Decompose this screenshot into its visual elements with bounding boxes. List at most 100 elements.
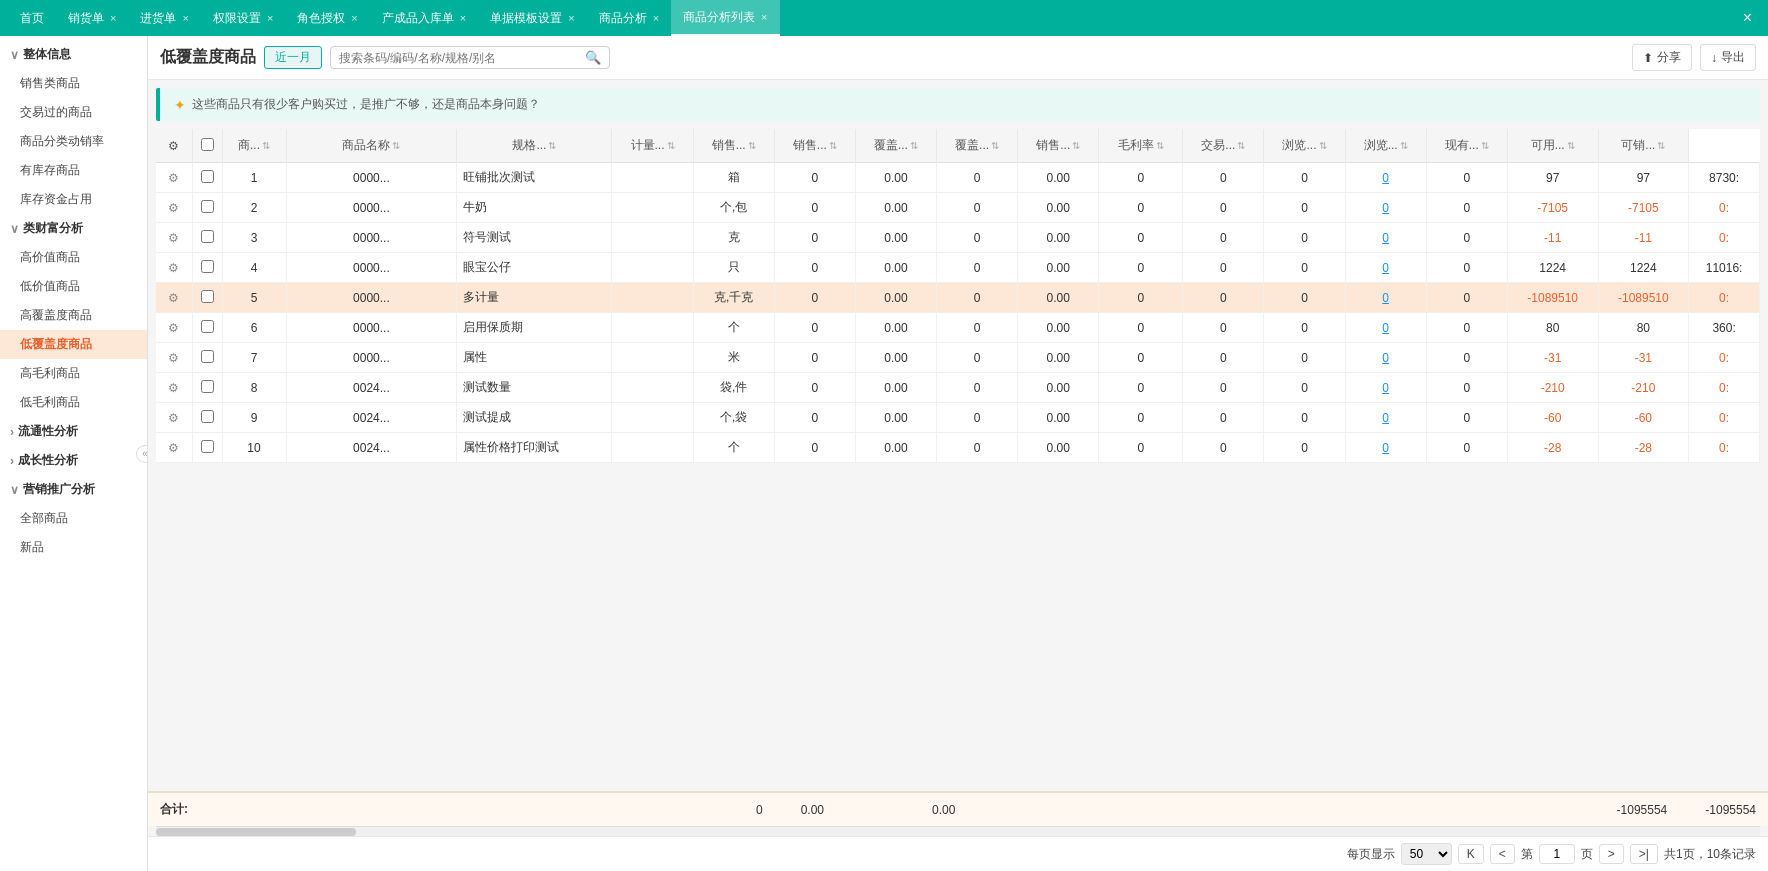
nav-home[interactable]: 首页 xyxy=(8,0,56,36)
row-check[interactable] xyxy=(192,403,222,433)
nav-finished-goods[interactable]: 产成品入库单 × xyxy=(370,0,478,36)
sidebar-item-traded-goods[interactable]: 交易过的商品 xyxy=(0,98,147,127)
row-browse1[interactable]: 0 xyxy=(1345,283,1426,313)
row-checkbox[interactable] xyxy=(201,320,214,333)
table-container[interactable]: ⚙ 商...⇅ 商品名称⇅ 规格...⇅ 计量...⇅ 销售...⇅ 销售...… xyxy=(156,129,1760,791)
row-checkbox[interactable] xyxy=(201,380,214,393)
col-sales3[interactable]: 销售...⇅ xyxy=(1018,129,1099,163)
row-checkbox[interactable] xyxy=(201,260,214,273)
row-checkbox[interactable] xyxy=(201,410,214,423)
row-gear[interactable]: ⚙ xyxy=(156,253,192,283)
col-sales-amt[interactable]: 销售...⇅ xyxy=(774,129,855,163)
search-input[interactable] xyxy=(339,51,585,65)
row-gear[interactable]: ⚙ xyxy=(156,193,192,223)
col-trans[interactable]: 交易...⇅ xyxy=(1183,129,1264,163)
col-gear[interactable]: ⚙ xyxy=(156,129,192,163)
row-browse1[interactable]: 0 xyxy=(1345,253,1426,283)
sidebar-item-category-rate[interactable]: 商品分类动销率 xyxy=(0,127,147,156)
nav-purchase-close[interactable]: × xyxy=(182,12,188,24)
col-code[interactable]: 商...⇅ xyxy=(222,129,286,163)
date-filter-btn[interactable]: 近一月 xyxy=(264,46,322,69)
nav-goods-analysis-close[interactable]: × xyxy=(653,12,659,24)
row-check[interactable] xyxy=(192,253,222,283)
nav-sales[interactable]: 销货单 × xyxy=(56,0,128,36)
select-all-checkbox[interactable] xyxy=(201,138,214,151)
nav-sales-close[interactable]: × xyxy=(110,12,116,24)
horizontal-scrollbar[interactable] xyxy=(156,826,1760,836)
sidebar-item-all-goods[interactable]: 全部商品 xyxy=(0,504,147,533)
next-page-btn[interactable]: > xyxy=(1599,844,1624,864)
sidebar-group-wealth[interactable]: ∨ 类财富分析 xyxy=(0,214,147,243)
row-checkbox[interactable] xyxy=(201,200,214,213)
row-check[interactable] xyxy=(192,193,222,223)
row-browse1[interactable]: 0 xyxy=(1345,313,1426,343)
nav-permission-close[interactable]: × xyxy=(267,12,273,24)
sidebar-item-low-value[interactable]: 低价值商品 xyxy=(0,272,147,301)
row-browse1[interactable]: 0 xyxy=(1345,223,1426,253)
row-checkbox[interactable] xyxy=(201,230,214,243)
col-coverage1[interactable]: 覆盖...⇅ xyxy=(855,129,936,163)
row-gear[interactable]: ⚙ xyxy=(156,223,192,253)
page-number-input[interactable] xyxy=(1539,844,1575,864)
export-btn[interactable]: ↓ 导出 xyxy=(1700,44,1756,71)
col-avail[interactable]: 可用...⇅ xyxy=(1507,129,1598,163)
sidebar-item-high-coverage[interactable]: 高覆盖度商品 xyxy=(0,301,147,330)
row-browse1[interactable]: 0 xyxy=(1345,373,1426,403)
first-page-btn[interactable]: K xyxy=(1458,844,1484,864)
nav-template-close[interactable]: × xyxy=(568,12,574,24)
row-check[interactable] xyxy=(192,313,222,343)
sidebar-item-sales-goods[interactable]: 销售类商品 xyxy=(0,69,147,98)
row-browse1[interactable]: 0 xyxy=(1345,403,1426,433)
row-checkbox[interactable] xyxy=(201,350,214,363)
row-gear[interactable]: ⚙ xyxy=(156,283,192,313)
nav-role-close[interactable]: × xyxy=(351,12,357,24)
row-check[interactable] xyxy=(192,283,222,313)
share-btn[interactable]: ⬆ 分享 xyxy=(1632,44,1692,71)
row-browse1[interactable]: 0 xyxy=(1345,193,1426,223)
row-check[interactable] xyxy=(192,343,222,373)
row-gear[interactable]: ⚙ xyxy=(156,433,192,463)
row-check[interactable] xyxy=(192,223,222,253)
nav-finished-goods-close[interactable]: × xyxy=(460,12,466,24)
nav-purchase[interactable]: 进货单 × xyxy=(128,0,200,36)
row-gear[interactable]: ⚙ xyxy=(156,373,192,403)
nav-template[interactable]: 单据模板设置 × xyxy=(478,0,586,36)
sidebar-group-overall[interactable]: ∨ 整体信息 xyxy=(0,40,147,69)
sidebar-group-marketing[interactable]: ∨ 营销推广分析 xyxy=(0,475,147,504)
sidebar-item-new-goods[interactable]: 新品 xyxy=(0,533,147,562)
window-close-btn[interactable]: × xyxy=(1735,9,1760,27)
nav-goods-analysis-list[interactable]: 商品分析列表 × xyxy=(671,0,779,36)
row-checkbox[interactable] xyxy=(201,290,214,303)
col-unit[interactable]: 计量...⇅ xyxy=(612,129,693,163)
prev-page-btn[interactable]: < xyxy=(1490,844,1515,864)
col-browse2[interactable]: 浏览...⇅ xyxy=(1345,129,1426,163)
row-checkbox[interactable] xyxy=(201,170,214,183)
sidebar-group-growth[interactable]: › 成长性分析 xyxy=(0,446,147,475)
row-checkbox[interactable] xyxy=(201,440,214,453)
nav-permission[interactable]: 权限设置 × xyxy=(201,0,285,36)
col-sales-qty[interactable]: 销售...⇅ xyxy=(693,129,774,163)
row-check[interactable] xyxy=(192,433,222,463)
sidebar-item-capital[interactable]: 库存资金占用 xyxy=(0,185,147,214)
last-page-btn[interactable]: >| xyxy=(1630,844,1658,864)
row-check[interactable] xyxy=(192,373,222,403)
col-sellable[interactable]: 可销...⇅ xyxy=(1598,129,1689,163)
row-check[interactable] xyxy=(192,163,222,193)
nav-role[interactable]: 角色授权 × xyxy=(285,0,369,36)
row-browse1[interactable]: 0 xyxy=(1345,433,1426,463)
sidebar-item-in-stock[interactable]: 有库存商品 xyxy=(0,156,147,185)
sidebar-group-flow[interactable]: › 流通性分析 xyxy=(0,417,147,446)
nav-goods-analysis-list-close[interactable]: × xyxy=(761,11,767,23)
sidebar-collapse-btn[interactable]: « xyxy=(136,445,148,463)
col-stock[interactable]: 现有...⇅ xyxy=(1426,129,1507,163)
col-spec[interactable]: 规格...⇅ xyxy=(457,129,612,163)
row-gear[interactable]: ⚙ xyxy=(156,343,192,373)
sidebar-item-high-margin[interactable]: 高毛利商品 xyxy=(0,359,147,388)
sidebar-item-low-margin[interactable]: 低毛利商品 xyxy=(0,388,147,417)
row-browse1[interactable]: 0 xyxy=(1345,163,1426,193)
col-browse1[interactable]: 浏览...⇅ xyxy=(1264,129,1345,163)
sidebar-item-high-value[interactable]: 高价值商品 xyxy=(0,243,147,272)
scroll-thumb[interactable] xyxy=(156,828,356,836)
col-gross[interactable]: 毛利率⇅ xyxy=(1099,129,1183,163)
sidebar-item-low-coverage[interactable]: 低覆盖度商品 xyxy=(0,330,147,359)
